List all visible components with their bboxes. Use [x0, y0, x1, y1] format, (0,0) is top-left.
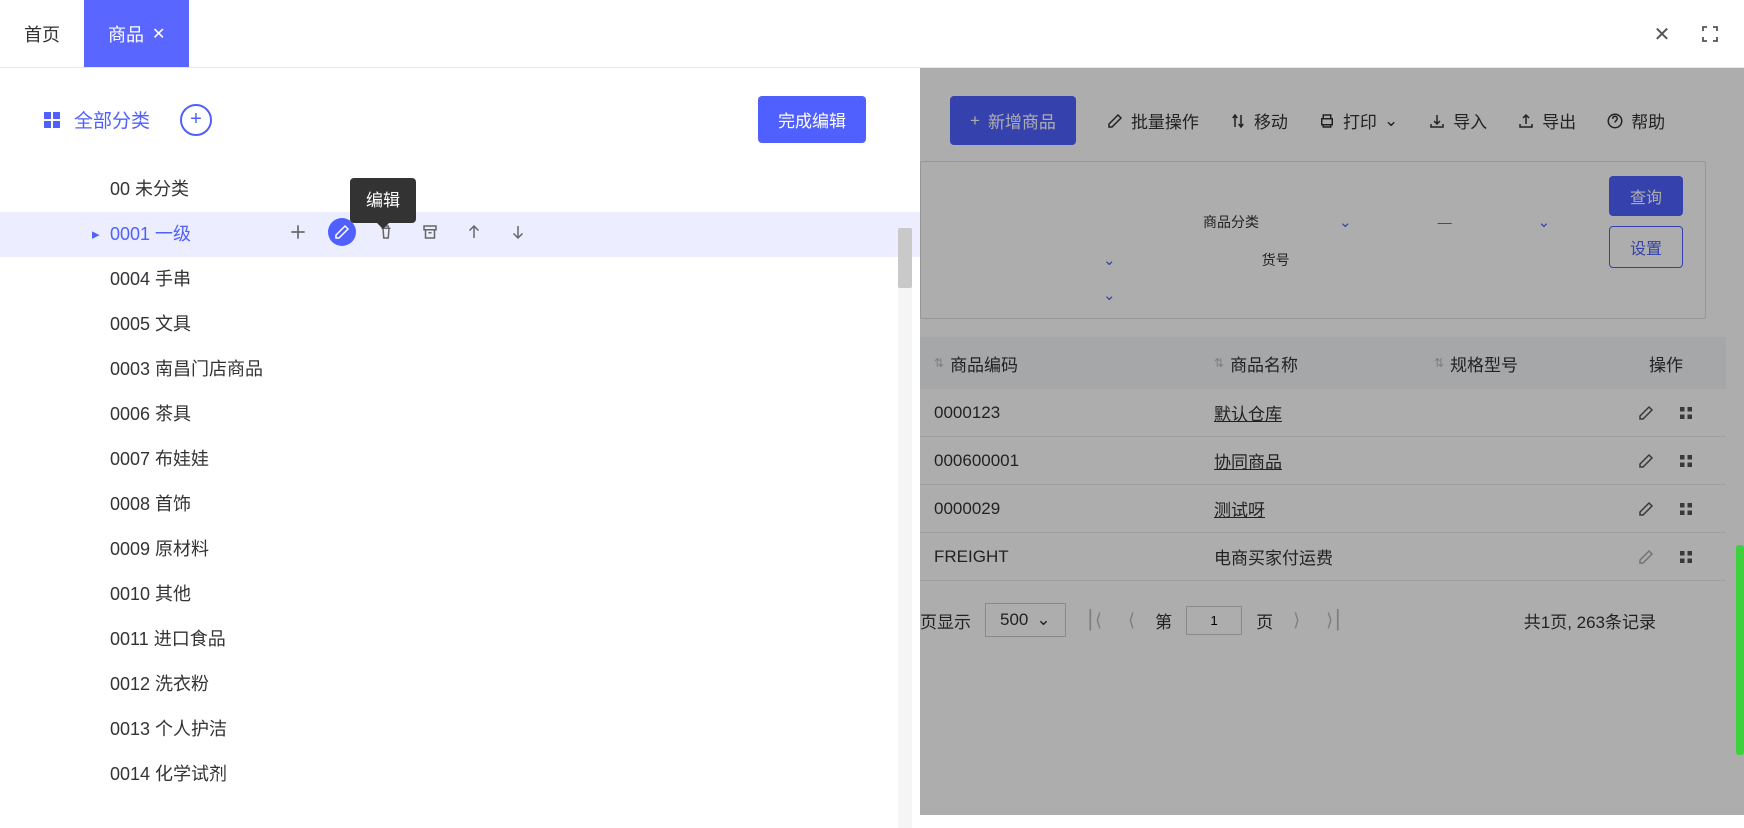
page-summary: 共1页, 263条记录 — [1524, 608, 1656, 633]
category-item[interactable]: 0005 文具 — [0, 302, 920, 347]
row-edit-icon — [1637, 548, 1655, 566]
category-item[interactable]: 0010 其他 — [0, 572, 920, 617]
chevron-down-icon[interactable]: ⌄ — [1538, 213, 1551, 231]
row-edit-icon[interactable] — [1637, 404, 1655, 422]
new-product-label: 新增商品 — [988, 108, 1056, 133]
table-row: 000600001 协同商品 — [920, 437, 1726, 485]
first-page-icon[interactable]: ⎮⟨ — [1080, 610, 1108, 631]
category-item[interactable]: 0006 茶具 — [0, 392, 920, 437]
import-button[interactable]: 导入 — [1428, 108, 1487, 133]
per-page-label: 页显示 — [920, 608, 971, 633]
category-item[interactable]: 0012 洗衣粉 — [0, 662, 920, 707]
close-all-icon[interactable]: ✕ — [1640, 12, 1684, 56]
prev-page-icon[interactable]: ⟨ — [1122, 610, 1141, 631]
tab-product[interactable]: 商品 ✕ — [84, 0, 189, 67]
close-icon[interactable]: ✕ — [152, 24, 165, 44]
category-panel: 全部分类 + 完成编辑 00 未分类 0001 一级 编辑 — [0, 68, 920, 815]
right-panel: + 新增商品 批量操作 移动 打印 ⌄ 导入 — [920, 68, 1744, 815]
print-button[interactable]: 打印 ⌄ — [1318, 108, 1398, 133]
category-tree: 00 未分类 0001 一级 编辑 — [0, 167, 920, 787]
table-header: ⇅商品编码 ⇅商品名称 ⇅规格型号 操作 — [920, 337, 1726, 389]
edit-icon[interactable]: 编辑 — [328, 218, 356, 246]
last-page-icon[interactable]: ⟩⎮ — [1320, 610, 1348, 631]
scrollbar[interactable] — [898, 228, 912, 828]
row-edit-icon[interactable] — [1637, 500, 1655, 518]
category-item-selected[interactable]: 0001 一级 编辑 — [0, 212, 920, 257]
category-item[interactable]: 0014 化学试剂 — [0, 752, 920, 787]
category-item[interactable]: 0008 首饰 — [0, 482, 920, 527]
top-right-controls: ✕ — [1640, 0, 1744, 68]
grid-icon — [42, 110, 62, 130]
product-name-text: 电商买家付运费 — [1214, 544, 1333, 569]
add-child-icon[interactable] — [284, 218, 312, 246]
main-area: 全部分类 + 完成编辑 00 未分类 0001 一级 编辑 — [0, 68, 1744, 815]
fullscreen-icon[interactable] — [1688, 12, 1732, 56]
category-item[interactable]: 0003 南昌门店商品 — [0, 347, 920, 392]
filter-itemno-label: 货号 — [1262, 250, 1290, 270]
category-item[interactable]: 0011 进口食品 — [0, 617, 920, 662]
product-name-link[interactable]: 协同商品 — [1214, 448, 1282, 473]
query-button[interactable]: 查询 — [1609, 176, 1683, 216]
help-button[interactable]: 帮助 — [1606, 108, 1665, 133]
row-more-icon[interactable] — [1677, 404, 1695, 422]
panel-header: 全部分类 + 完成编辑 — [0, 96, 920, 143]
plus-icon: + — [970, 111, 980, 131]
top-tabs: 首页 商品 ✕ ✕ — [0, 0, 1744, 68]
finish-edit-button[interactable]: 完成编辑 — [758, 96, 866, 143]
category-item[interactable]: 0013 个人护洁 — [0, 707, 920, 752]
chevron-down-icon[interactable]: ⌄ — [1103, 286, 1116, 304]
category-item[interactable]: 0009 原材料 — [0, 527, 920, 572]
category-item[interactable]: 0007 布娃娃 — [0, 437, 920, 482]
table-body: 0000123 默认仓库 000600001 协同商品 — [920, 389, 1726, 581]
sort-icon[interactable]: ⇅ — [1214, 356, 1224, 370]
sort-icon[interactable]: ⇅ — [934, 356, 944, 370]
table-row: 0000123 默认仓库 — [920, 389, 1726, 437]
page-scrollbar[interactable] — [1736, 545, 1744, 755]
product-name-link[interactable]: 测试呀 — [1214, 496, 1265, 521]
sort-icon[interactable]: ⇅ — [1434, 356, 1444, 370]
product-name-link[interactable]: 默认仓库 — [1214, 400, 1282, 425]
chevron-down-icon[interactable]: ⌄ — [1103, 251, 1116, 269]
filter-category-label: 商品分类 — [1203, 212, 1259, 232]
dash-separator: — — [1438, 214, 1452, 230]
next-page-icon[interactable]: ⟩ — [1287, 610, 1306, 631]
add-category-button[interactable]: + — [180, 104, 212, 136]
batch-button[interactable]: 批量操作 — [1106, 108, 1199, 133]
settings-button[interactable]: 设置 — [1609, 226, 1683, 268]
table-row: FREIGHT 电商买家付运费 — [920, 533, 1726, 581]
row-edit-icon[interactable] — [1637, 452, 1655, 470]
tab-product-label: 商品 — [108, 21, 144, 47]
category-item-label: 0001 一级 — [110, 224, 191, 244]
move-up-icon[interactable] — [460, 218, 488, 246]
move-button[interactable]: 移动 — [1229, 108, 1288, 133]
chevron-down-icon: ⌄ — [1036, 610, 1050, 630]
page-suffix: 页 — [1256, 608, 1273, 633]
all-categories-label[interactable]: 全部分类 — [74, 106, 150, 133]
move-down-icon[interactable] — [504, 218, 532, 246]
chevron-down-icon: ⌄ — [1384, 111, 1398, 131]
new-product-button[interactable]: + 新增商品 — [950, 96, 1076, 145]
row-more-icon[interactable] — [1677, 548, 1695, 566]
per-page-select[interactable]: 500 ⌄ — [985, 603, 1066, 637]
archive-icon[interactable] — [416, 218, 444, 246]
category-actions: 编辑 — [284, 218, 532, 246]
category-item[interactable]: 0004 手串 — [0, 257, 920, 302]
toolbar: + 新增商品 批量操作 移动 打印 ⌄ 导入 — [920, 82, 1726, 161]
edit-tooltip: 编辑 — [350, 178, 416, 223]
chevron-down-icon[interactable]: ⌄ — [1339, 213, 1352, 231]
category-item[interactable]: 00 未分类 — [0, 167, 920, 212]
table-row: 0000029 测试呀 — [920, 485, 1726, 533]
export-button[interactable]: 导出 — [1517, 108, 1576, 133]
page-input[interactable] — [1186, 606, 1242, 635]
row-more-icon[interactable] — [1677, 452, 1695, 470]
pagination: 页显示 500 ⌄ ⎮⟨ ⟨ 第 页 ⟩ ⟩⎮ 共1页, 263条记录 — [920, 581, 1726, 637]
row-more-icon[interactable] — [1677, 500, 1695, 518]
product-table: ⇅商品编码 ⇅商品名称 ⇅规格型号 操作 0000123 默认仓库 — [920, 337, 1726, 581]
tab-home[interactable]: 首页 — [0, 0, 84, 67]
page-prefix: 第 — [1155, 608, 1172, 633]
filter-box: 商品分类 ⌄ — ⌄ 查询 设置 ⌄ 货号 ⌄ — [920, 161, 1706, 319]
scrollbar-thumb[interactable] — [898, 228, 912, 288]
